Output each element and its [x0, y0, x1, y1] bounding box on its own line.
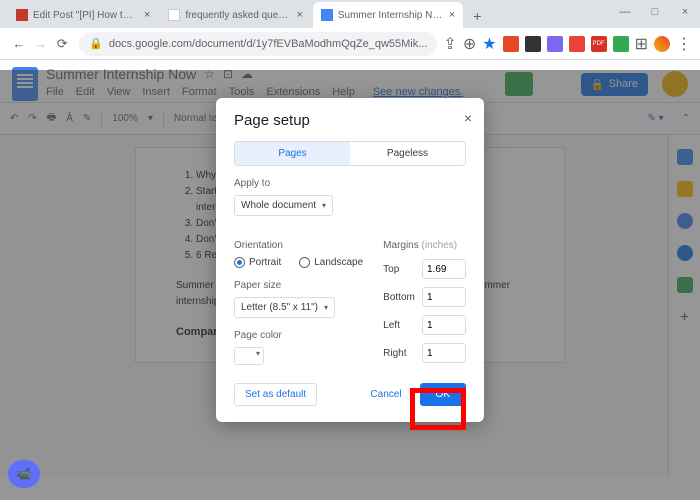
paper-size-label: Paper size — [234, 280, 363, 291]
close-icon[interactable]: × — [449, 9, 455, 21]
close-icon[interactable]: × — [464, 110, 472, 126]
portrait-radio[interactable]: Portrait — [234, 257, 281, 268]
extensions-icon[interactable]: ⊞ — [635, 34, 648, 54]
extension-icons: ⇪ ⊕ ★ PDF ⊞ ⋮ — [443, 34, 692, 54]
ext-icon[interactable]: PDF — [591, 36, 607, 52]
favicon — [168, 9, 180, 21]
window-close[interactable]: × — [670, 0, 700, 24]
margin-top-label: Top — [383, 264, 399, 275]
browser-tab-1[interactable]: Edit Post "[PI] How to Change × — [8, 2, 158, 28]
browser-tab-2[interactable]: frequently asked questions ab × — [160, 2, 310, 28]
favicon — [16, 9, 28, 21]
tab-pageless[interactable]: Pageless — [350, 142, 465, 165]
margin-right-input[interactable] — [422, 343, 466, 363]
url-field[interactable]: 🔒 docs.google.com/document/d/1y7fEVBaMod… — [79, 32, 437, 56]
margin-right-label: Right — [383, 348, 406, 359]
radio-icon — [234, 257, 245, 268]
tab-title: Summer Internship Now - Go — [338, 10, 443, 21]
zoom-icon[interactable]: ⊕ — [463, 34, 476, 54]
address-bar: ← → ⟳ 🔒 docs.google.com/document/d/1y7fE… — [0, 28, 700, 60]
cancel-button[interactable]: Cancel — [360, 384, 411, 405]
tab-title: Edit Post "[PI] How to Change — [33, 10, 138, 21]
kebab-icon[interactable]: ⋮ — [676, 34, 692, 54]
bookmark-icon[interactable]: ★ — [482, 34, 496, 54]
close-icon[interactable]: × — [144, 9, 150, 21]
apply-to-select[interactable]: Whole document — [234, 195, 333, 216]
back-button[interactable]: ← — [8, 32, 30, 56]
reload-button[interactable]: ⟳ — [51, 32, 73, 56]
margin-bottom-input[interactable] — [422, 287, 466, 307]
tab-title: frequently asked questions ab — [185, 10, 290, 21]
close-icon[interactable]: × — [296, 9, 302, 21]
page-setup-dialog: × Page setup Pages Pageless Apply to Who… — [216, 98, 484, 422]
window-controls: — □ × — [610, 0, 700, 24]
new-tab-button[interactable]: + — [465, 4, 489, 28]
share-icon[interactable]: ⇪ — [443, 34, 456, 54]
window-min[interactable]: — — [610, 0, 640, 24]
orientation-label: Orientation — [234, 240, 363, 251]
browser-tab-3[interactable]: Summer Internship Now - Go × — [313, 2, 463, 28]
margin-top-input[interactable] — [422, 259, 466, 279]
margin-bottom-label: Bottom — [383, 292, 415, 303]
ext-icon[interactable] — [503, 36, 519, 52]
margins-label: Margins (inches) — [383, 240, 466, 251]
record-fab[interactable]: 📹 — [8, 460, 40, 488]
tab-pages[interactable]: Pages — [235, 142, 350, 165]
window-max[interactable]: □ — [640, 0, 670, 24]
landscape-radio[interactable]: Landscape — [299, 257, 363, 268]
paper-size-select[interactable]: Letter (8.5" x 11") — [234, 297, 335, 318]
favicon — [321, 9, 333, 21]
margin-left-label: Left — [383, 320, 400, 331]
radio-icon — [299, 257, 310, 268]
set-default-button[interactable]: Set as default — [234, 383, 317, 406]
dialog-title: Page setup — [234, 112, 466, 129]
forward-button[interactable]: → — [30, 32, 52, 56]
ok-button[interactable]: OK — [420, 383, 466, 406]
page-color-select[interactable] — [234, 347, 264, 365]
ext-icon[interactable] — [613, 36, 629, 52]
ext-icon[interactable] — [547, 36, 563, 52]
profile-avatar[interactable] — [654, 36, 670, 52]
ext-icon[interactable] — [525, 36, 541, 52]
lock-icon: 🔒 — [89, 37, 103, 50]
page-color-label: Page color — [234, 330, 363, 341]
dialog-tabs: Pages Pageless — [234, 141, 466, 166]
ext-icon[interactable] — [569, 36, 585, 52]
url-text: docs.google.com/document/d/1y7fEVBaModhm… — [109, 38, 428, 50]
tab-strip: Edit Post "[PI] How to Change × frequent… — [0, 0, 700, 28]
margin-left-input[interactable] — [422, 315, 466, 335]
apply-to-label: Apply to — [234, 178, 466, 189]
